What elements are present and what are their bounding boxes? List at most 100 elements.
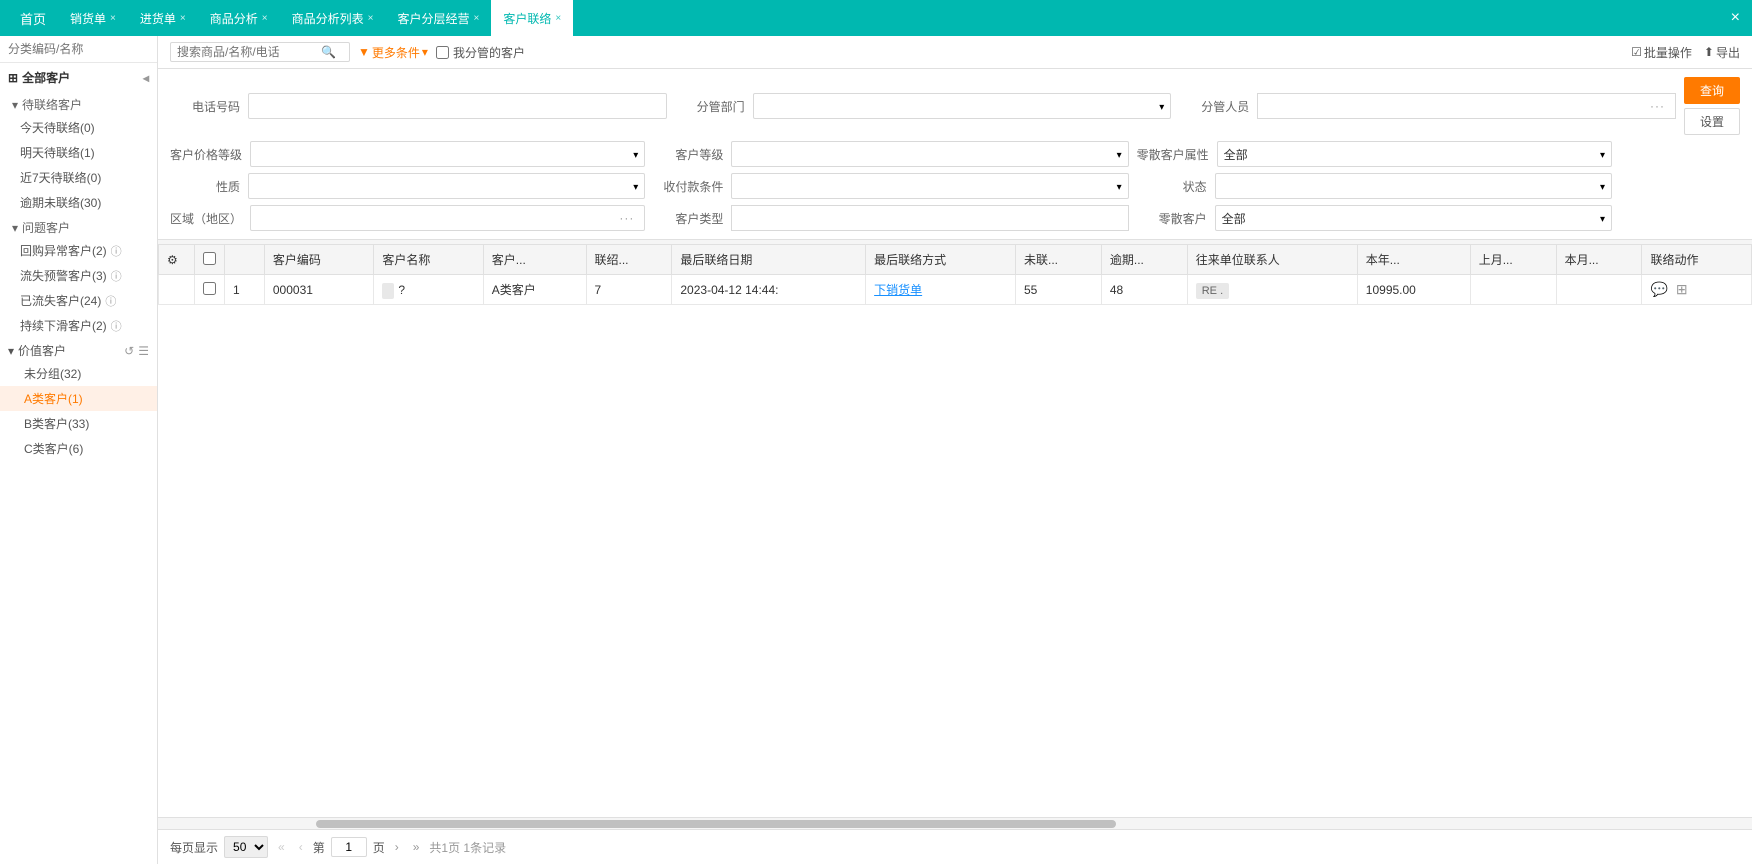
filter-price-grade-select[interactable] (250, 141, 645, 167)
th-this-month[interactable]: 本月... (1556, 245, 1642, 275)
th-type[interactable]: 客户... (483, 245, 586, 275)
td-this-year: 10995.00 (1357, 275, 1470, 305)
nav-product-analysis[interactable]: 商品分析 × (198, 0, 280, 36)
th-last-method[interactable]: 最后联络方式 (866, 245, 1016, 275)
sidebar-item-a-class[interactable]: A类客户(1) (0, 386, 157, 411)
filter-scatter-select[interactable]: 全部 (1215, 205, 1612, 231)
filter-payment-select[interactable] (731, 173, 1128, 199)
page-number-input[interactable] (331, 837, 367, 857)
th-this-year[interactable]: 本年... (1357, 245, 1470, 275)
sidebar-item-unclassified[interactable]: 未分组(32) (0, 361, 157, 386)
sidebar-item-7days[interactable]: 近7天待联络(0) (0, 165, 157, 190)
th-last-date[interactable]: 最后联络日期 (672, 245, 866, 275)
search-submit-icon[interactable]: 🔍 (321, 45, 336, 59)
settings-button[interactable]: 设置 (1684, 108, 1740, 135)
info-icon-declining: ⓘ (111, 318, 122, 334)
filter-nature-label: 性质 (170, 178, 240, 195)
filter-customer-type: 客户类型 (653, 205, 1128, 231)
page-size-select[interactable]: 50 (224, 836, 268, 858)
close-purchase-tab[interactable]: × (180, 13, 186, 24)
filter-nature-select[interactable] (248, 173, 645, 199)
sidebar-item-c-class[interactable]: C类客户(6) (0, 436, 157, 461)
my-customers-checkbox[interactable] (436, 46, 449, 59)
th-no-contact[interactable]: 未联... (1015, 245, 1101, 275)
chevron-down-pending-icon[interactable]: ▾ (12, 98, 18, 112)
nav-sales[interactable]: 销货单 × (58, 0, 128, 36)
last-page-button[interactable]: » (409, 840, 424, 854)
th-liaison[interactable]: 往来单位联系人 (1187, 245, 1357, 275)
th-name[interactable]: 客户名称 (374, 245, 483, 275)
close-customer-contact-tab[interactable]: × (555, 13, 561, 24)
sidebar-item-churned[interactable]: 已流失客户(24) ⓘ (0, 288, 157, 313)
close-customer-tier-tab[interactable]: × (473, 13, 479, 24)
more-icon[interactable]: ⊞ (1676, 281, 1688, 298)
filter-person-input[interactable]: ··· (1257, 93, 1676, 119)
close-product-list-tab[interactable]: × (368, 13, 374, 24)
refresh-value-icon[interactable]: ↺ (124, 344, 134, 358)
td-checkbox[interactable] (195, 275, 225, 305)
th-overdue[interactable]: 逾期... (1101, 245, 1187, 275)
add-value-group-icon[interactable]: ☰ (138, 344, 149, 358)
filter-phone-input[interactable] (248, 93, 667, 119)
next-page-button[interactable]: › (391, 840, 403, 854)
filter-row-1: 电话号码 分管部门 分管人员 ··· 查询 (170, 77, 1740, 135)
td-customer-type: A类客户 (483, 275, 586, 305)
person-dots-icon[interactable]: ··· (1646, 99, 1669, 113)
th-contact[interactable]: 联绍... (586, 245, 672, 275)
nav-customer-contact[interactable]: 客户联络 × (491, 0, 573, 36)
row-checkbox[interactable] (203, 282, 216, 295)
th-code[interactable]: 客户编码 (264, 245, 373, 275)
collapse-sidebar-icon[interactable]: ◂ (143, 71, 149, 85)
sidebar-item-repurchase-abnormal[interactable]: 回购异常客户(2) ⓘ (0, 238, 157, 263)
sidebar-item-churn-warning[interactable]: 流失预警客户(3) ⓘ (0, 263, 157, 288)
sidebar-search-input[interactable] (8, 42, 158, 56)
chevron-down-value-icon[interactable]: ▾ (8, 344, 14, 358)
last-method-link[interactable]: 下销货单 (874, 283, 922, 297)
filter-status-select[interactable] (1215, 173, 1612, 199)
region-dots-icon[interactable]: ··· (615, 211, 638, 225)
nav-purchase[interactable]: 进货单 × (128, 0, 198, 36)
th-last-month[interactable]: 上月... (1470, 245, 1556, 275)
nav-product-list[interactable]: 商品分析列表 × (280, 0, 386, 36)
td-last-method[interactable]: 下销货单 (866, 275, 1016, 305)
filter-panel: 电话号码 分管部门 分管人员 ··· 查询 (158, 69, 1752, 240)
batch-ops-button[interactable]: ☑ 批量操作 (1631, 44, 1692, 61)
nav-home[interactable]: 首页 (8, 0, 58, 36)
filter-customer-grade-select[interactable] (731, 141, 1128, 167)
filter-scatter-attr-select[interactable]: 全部 (1217, 141, 1612, 167)
th-checkbox[interactable] (195, 245, 225, 275)
filter-customer-type-input[interactable] (731, 205, 1128, 231)
filter-region-select[interactable]: ··· (250, 205, 645, 231)
close-sales-tab[interactable]: × (110, 13, 116, 24)
prev-page-button[interactable]: ‹ (295, 840, 307, 854)
sidebar-item-b-class[interactable]: B类客户(33) (0, 411, 157, 436)
nav-customer-tier[interactable]: 客户分层经营 × (385, 0, 491, 36)
search-input[interactable] (177, 45, 317, 59)
td-actions: 💬 ⊞ (1642, 275, 1752, 305)
first-page-button[interactable]: « (274, 840, 289, 854)
sidebar-item-overdue[interactable]: 逾期未联络(30) (0, 190, 157, 215)
scrollbar-thumb[interactable] (316, 820, 1116, 828)
query-button[interactable]: 查询 (1684, 77, 1740, 104)
filter-dept-label: 分管部门 (675, 98, 745, 115)
more-conditions-button[interactable]: ▼ 更多条件 ▾ (358, 44, 428, 61)
close-product-analysis-tab[interactable]: × (262, 13, 268, 24)
contact-icon[interactable]: 💬 (1650, 281, 1667, 298)
sidebar-item-tomorrow[interactable]: 明天待联络(1) (0, 140, 157, 165)
my-customers-checkbox-label[interactable]: 我分管的客户 (436, 44, 525, 61)
sidebar-item-today[interactable]: 今天待联络(0) (0, 115, 157, 140)
sidebar-item-declining[interactable]: 持续下滑客户(2) ⓘ (0, 313, 157, 338)
horizontal-scrollbar[interactable] (158, 817, 1752, 829)
th-gear[interactable]: ⚙ (159, 245, 195, 275)
grid-icon: ⊞ (8, 71, 18, 85)
status-chevron-icon (1600, 179, 1605, 193)
export-button[interactable]: ⬆ 导出 (1704, 44, 1740, 61)
filter-dept-select[interactable] (753, 93, 1172, 119)
td-last-date: 2023-04-12 14:44: (672, 275, 866, 305)
toolbar: 🔍 ▼ 更多条件 ▾ 我分管的客户 ☑ 批量操作 ⬆ 导出 (158, 36, 1752, 69)
chevron-down-problem-icon[interactable]: ▾ (12, 221, 18, 235)
th-no (225, 245, 265, 275)
td-gear (159, 275, 195, 305)
select-all-checkbox[interactable] (203, 252, 216, 265)
close-all-button[interactable]: × (1731, 9, 1744, 27)
